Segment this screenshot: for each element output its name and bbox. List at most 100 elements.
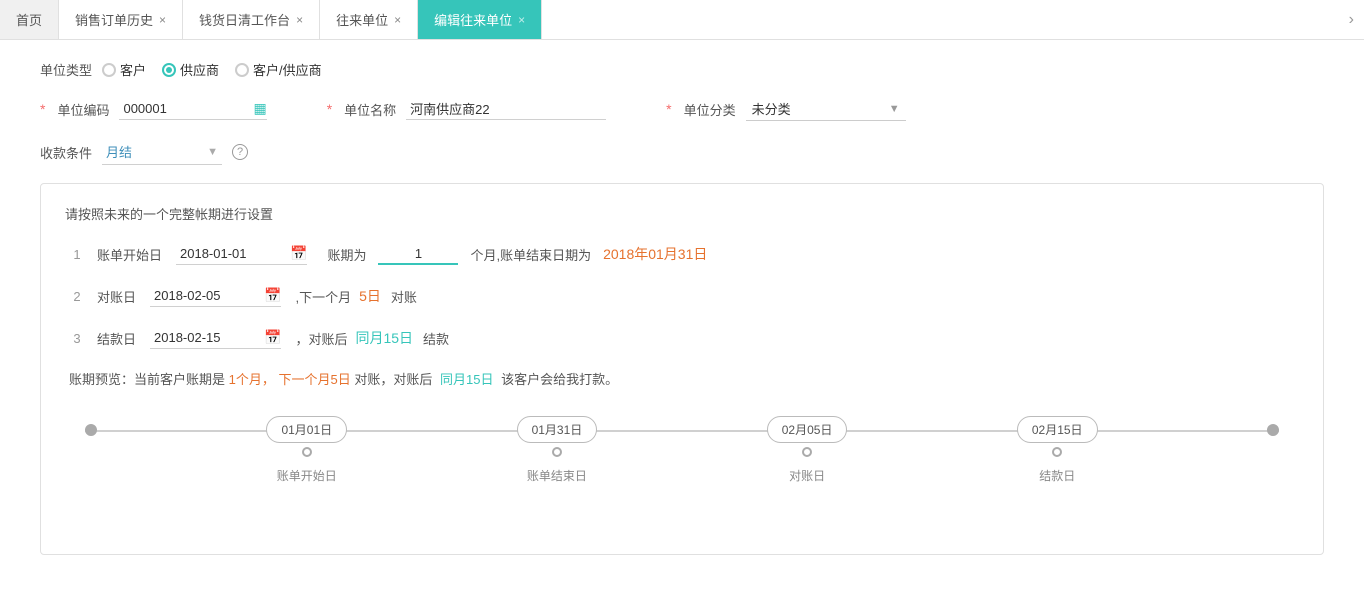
- row3-date-field[interactable]: 📅: [150, 327, 281, 349]
- row2-date-input[interactable]: [150, 285, 260, 306]
- unit-name-star: *: [327, 101, 332, 117]
- section-box: 请按照未来的一个完整帐期进行设置 1 账单开始日 📅 账期为 个月,账单结束日期…: [40, 183, 1324, 555]
- data-row-1: 1 账单开始日 📅 账期为 个月,账单结束日期为 2018年01月31日: [65, 243, 1299, 265]
- tab-sales-history-label: 销售订单历史: [75, 10, 153, 29]
- radio-customer[interactable]: 客户: [102, 60, 146, 79]
- timeline-bottom-4: 结款日: [1039, 467, 1075, 484]
- timeline-points: 01月01日 账单开始日 01月31日 账单结束日 02月05日 对账日: [85, 416, 1279, 484]
- row2-suffix2: 5日: [359, 286, 381, 306]
- row3-num: 3: [65, 331, 89, 346]
- preview-mid2: 对账，对账后: [354, 372, 432, 387]
- payment-condition-chevron: ▼: [207, 146, 218, 158]
- tab-home[interactable]: 首页: [0, 0, 59, 39]
- radio-supplier[interactable]: 供应商: [162, 60, 219, 79]
- row1-calendar-icon[interactable]: 📅: [290, 245, 307, 262]
- timeline-bottom-1: 账单开始日: [277, 467, 337, 484]
- timeline-point-1: 01月01日 账单开始日: [266, 416, 347, 484]
- row3-calendar-icon[interactable]: 📅: [264, 329, 281, 346]
- timeline-label-3: 02月05日: [767, 416, 848, 443]
- preview-suffix: 该客户会给我打款。: [501, 372, 618, 387]
- radio-customer-label: 客户: [120, 60, 146, 79]
- radio-customer-supplier[interactable]: 客户/供应商: [235, 60, 322, 79]
- preview-prefix: 账期预览：当前客户账期是: [69, 372, 225, 387]
- timeline-dot-4: [1052, 447, 1062, 457]
- radio-supplier-circle: [162, 63, 176, 77]
- row2-calendar-icon[interactable]: 📅: [264, 287, 281, 304]
- timeline-dot-end: [1267, 424, 1279, 436]
- payment-condition-label: 收款条件: [40, 143, 92, 162]
- unit-code-star: *: [40, 101, 45, 117]
- preview-mid: 下一个月5日: [279, 372, 351, 387]
- unit-type-label: 单位类型: [40, 60, 92, 79]
- unit-code-icon[interactable]: ▦: [253, 100, 266, 117]
- unit-code-field[interactable]: ▦: [119, 98, 266, 120]
- timeline-dot-1: [302, 447, 312, 457]
- tab-cash-work[interactable]: 钱货日清工作台 ×: [183, 0, 320, 39]
- preview-period: 1个月，: [229, 372, 275, 387]
- data-row-3: 3 结款日 📅 ，对账后 同月15日 结款: [65, 327, 1299, 349]
- timeline-bottom-2: 账单结束日: [527, 467, 587, 484]
- unit-category-value: 未分类: [752, 99, 889, 118]
- row1-num: 1: [65, 247, 89, 262]
- payment-condition-row: 收款条件 月结 ▼ ?: [40, 139, 1324, 165]
- tab-partner-close[interactable]: ×: [394, 13, 401, 27]
- timeline-dot-3: [802, 447, 812, 457]
- timeline-label-4: 02月15日: [1017, 416, 1098, 443]
- timeline-dot-2: [552, 447, 562, 457]
- radio-customer-supplier-circle: [235, 63, 249, 77]
- unit-name-label: 单位名称: [344, 100, 396, 119]
- payment-condition-select[interactable]: 月结 ▼: [102, 139, 222, 165]
- tab-edit-partner-label: 编辑往来单位: [434, 10, 512, 29]
- unit-category-dropdown[interactable]: 未分类 ▼: [746, 97, 906, 121]
- timeline-point-3: 02月05日 对账日: [767, 416, 848, 484]
- row3-label: 结款日: [97, 329, 136, 348]
- row1-period-input[interactable]: [378, 244, 458, 265]
- tab-cash-work-close[interactable]: ×: [296, 13, 303, 27]
- timeline-point-2: 01月31日 账单结束日: [517, 416, 598, 484]
- timeline-point-end: [1267, 416, 1279, 436]
- tab-edit-partner-close[interactable]: ×: [518, 13, 525, 27]
- unit-type-row: 单位类型 客户 供应商 客户/供应商: [40, 60, 1324, 79]
- tab-partner[interactable]: 往来单位 ×: [320, 0, 418, 39]
- radio-customer-supplier-label: 客户/供应商: [253, 60, 322, 79]
- tab-cash-work-label: 钱货日清工作台: [199, 10, 290, 29]
- unit-code-input[interactable]: [119, 98, 249, 119]
- data-row-2: 2 对账日 📅 ,下一个月 5日 对账: [65, 285, 1299, 307]
- preview-end: 同月15日: [440, 372, 493, 387]
- timeline-label-2: 01月31日: [517, 416, 598, 443]
- payment-condition-value: 月结: [106, 142, 203, 161]
- row1-label: 账单开始日: [97, 245, 162, 264]
- preview-text: 账期预览：当前客户账期是 1个月， 下一个月5日 对账，对账后 同月15日 该客…: [65, 369, 1299, 388]
- tab-home-label: 首页: [16, 10, 42, 29]
- tab-edit-partner[interactable]: 编辑往来单位 ×: [418, 0, 542, 39]
- timeline: 01月01日 账单开始日 01月31日 账单结束日 02月05日 对账日: [65, 416, 1299, 524]
- tab-bar: 首页 销售订单历史 × 钱货日清工作台 × 往来单位 × 编辑往来单位 × ›: [0, 0, 1364, 40]
- row2-date-field[interactable]: 📅: [150, 285, 281, 307]
- row2-label: 对账日: [97, 287, 136, 306]
- row3-date-input[interactable]: [150, 327, 260, 348]
- unit-info-row: * 单位编码 ▦ * 单位名称 * 单位分类 未分类 ▼: [40, 97, 1324, 121]
- row1-date-field[interactable]: 📅: [176, 243, 307, 265]
- payment-help-icon[interactable]: ?: [232, 144, 248, 160]
- tab-arrow[interactable]: ›: [1339, 0, 1364, 39]
- row1-date-input[interactable]: [176, 243, 286, 264]
- row3-suffix3: 结款: [423, 329, 449, 348]
- row3-suffix1: ，对账后: [295, 329, 347, 348]
- main-content: 单位类型 客户 供应商 客户/供应商 * 单位编码 ▦ * 单位名称: [0, 40, 1364, 608]
- section-title: 请按照未来的一个完整帐期进行设置: [65, 204, 1299, 223]
- radio-supplier-label: 供应商: [180, 60, 219, 79]
- unit-code-label: 单位编码: [57, 100, 109, 119]
- tab-sales-history-close[interactable]: ×: [159, 13, 166, 27]
- unit-category-chevron: ▼: [889, 103, 900, 115]
- timeline-point-4: 02月15日 结款日: [1017, 416, 1098, 484]
- timeline-point-start: [85, 416, 97, 436]
- unit-category-label: 单位分类: [684, 100, 736, 119]
- unit-name-input[interactable]: [406, 98, 606, 120]
- timeline-label-1: 01月01日: [266, 416, 347, 443]
- row1-period-end: 2018年01月31日: [603, 244, 707, 264]
- tab-partner-label: 往来单位: [336, 10, 388, 29]
- radio-customer-circle: [102, 63, 116, 77]
- tab-sales-history[interactable]: 销售订单历史 ×: [59, 0, 183, 39]
- timeline-bottom-3: 对账日: [789, 467, 825, 484]
- row3-suffix2: 同月15日: [355, 328, 413, 348]
